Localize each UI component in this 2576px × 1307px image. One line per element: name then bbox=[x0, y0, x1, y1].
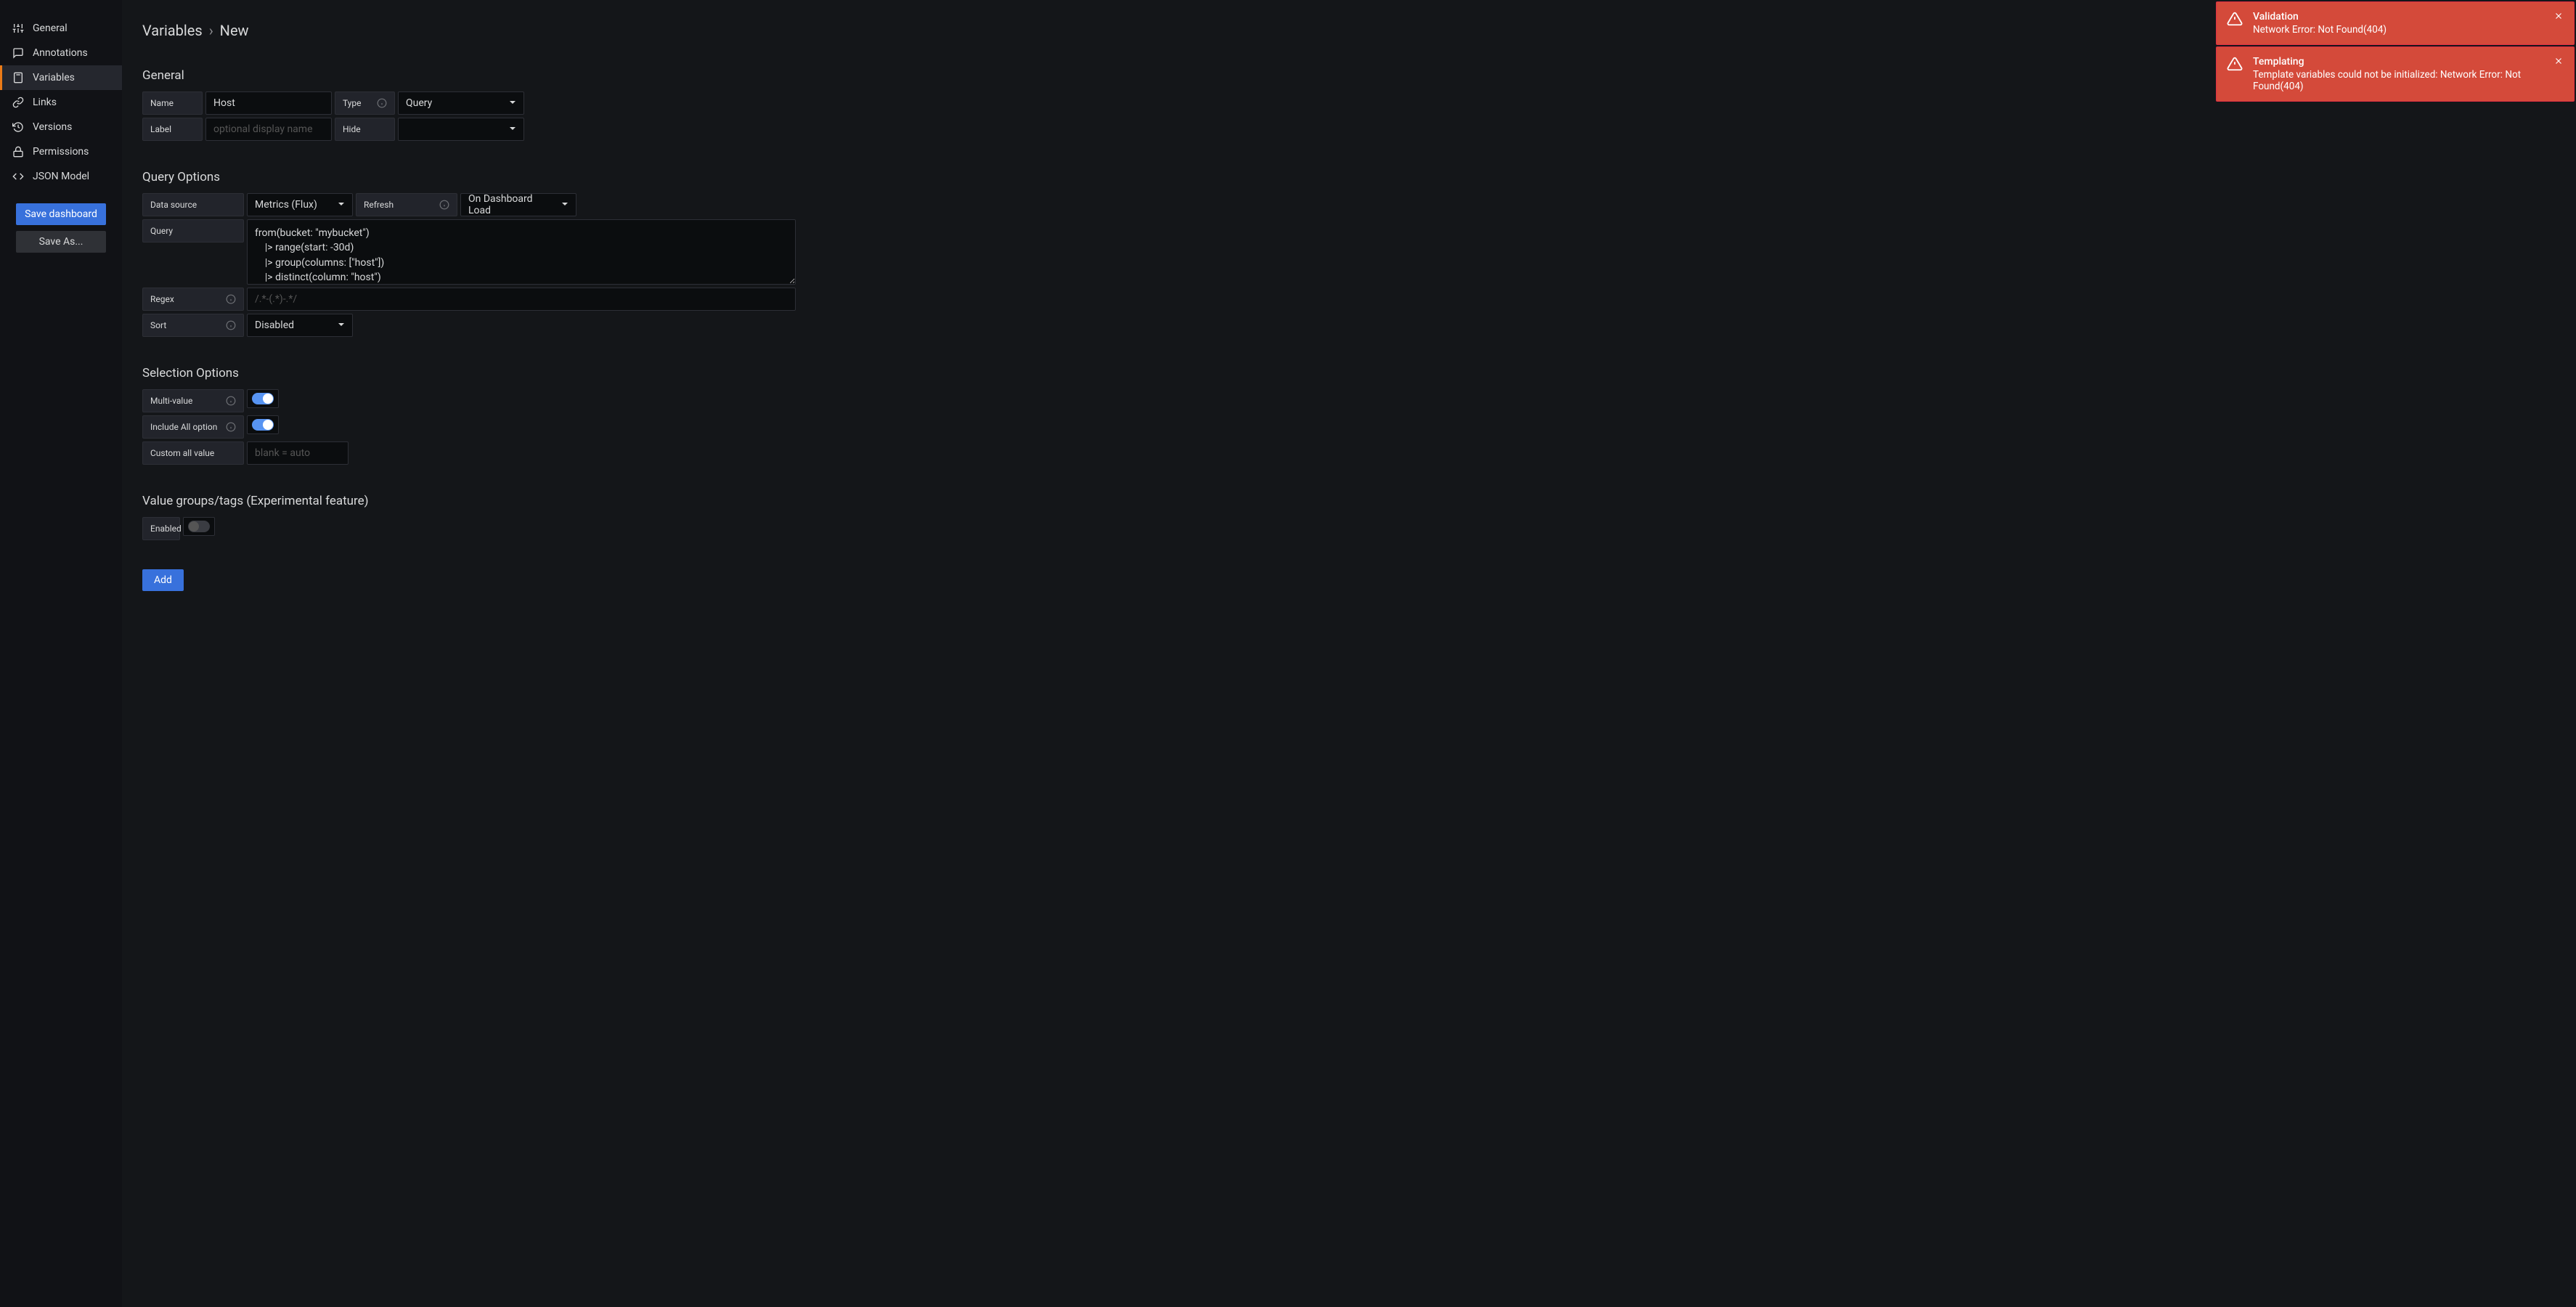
link-icon bbox=[12, 97, 24, 108]
alert-templating: Templating Template variables could not … bbox=[2216, 46, 2575, 102]
query-textarea[interactable]: from(bucket: "mybucket") |> range(start:… bbox=[247, 219, 796, 285]
alert-validation: Validation Network Error: Not Found(404) bbox=[2216, 1, 2575, 45]
chevron-down-icon bbox=[338, 319, 345, 331]
hide-select[interactable] bbox=[398, 118, 524, 141]
main-content: Variables › New General Name Type Query … bbox=[122, 0, 2576, 1307]
include-all-label: Include All option bbox=[142, 415, 244, 439]
section-value-groups: Value groups/tags (Experimental feature)… bbox=[142, 494, 2556, 540]
alert-title: Templating bbox=[2253, 56, 2543, 68]
info-icon[interactable] bbox=[226, 294, 236, 304]
name-input[interactable] bbox=[205, 91, 332, 115]
refresh-label: Refresh bbox=[356, 193, 457, 216]
section-general: General Name Type Query Label Hide bbox=[142, 68, 2556, 141]
section-query-options: Query Options Data source Metrics (Flux)… bbox=[142, 170, 2556, 337]
calculator-icon bbox=[12, 72, 24, 84]
sidebar-item-label: Annotations bbox=[33, 47, 88, 59]
hide-label: Hide bbox=[335, 118, 395, 141]
chevron-down-icon bbox=[561, 199, 568, 211]
warning-icon bbox=[2227, 11, 2243, 27]
chevron-down-icon bbox=[338, 199, 345, 211]
sidebar-item-label: Permissions bbox=[33, 146, 89, 158]
add-button[interactable]: Add bbox=[142, 569, 184, 591]
section-title: Value groups/tags (Experimental feature) bbox=[142, 494, 2556, 508]
regex-label: Regex bbox=[142, 288, 244, 311]
sidebar-item-permissions[interactable]: Permissions bbox=[0, 139, 122, 164]
include-all-toggle[interactable] bbox=[247, 415, 279, 434]
comment-icon bbox=[12, 47, 24, 59]
code-icon bbox=[12, 171, 24, 182]
sidebar-item-json-model[interactable]: JSON Model bbox=[0, 164, 122, 189]
data-source-select[interactable]: Metrics (Flux) bbox=[247, 193, 353, 216]
close-icon[interactable] bbox=[2553, 56, 2564, 66]
name-label: Name bbox=[142, 91, 203, 115]
sliders-icon bbox=[12, 23, 24, 34]
alert-message: Template variables could not be initiali… bbox=[2253, 69, 2543, 92]
chevron-down-icon bbox=[509, 97, 516, 109]
info-icon[interactable] bbox=[439, 200, 449, 210]
sidebar-item-links[interactable]: Links bbox=[0, 90, 122, 115]
section-title: Query Options bbox=[142, 170, 2556, 184]
breadcrumb-separator: › bbox=[209, 22, 213, 39]
lock-icon bbox=[12, 146, 24, 158]
info-icon[interactable] bbox=[226, 422, 236, 432]
enabled-toggle[interactable] bbox=[183, 517, 215, 536]
section-selection-options: Selection Options Multi-value Include Al… bbox=[142, 366, 2556, 465]
info-icon[interactable] bbox=[226, 396, 236, 406]
sidebar-item-variables[interactable]: Variables bbox=[0, 65, 122, 90]
label-label: Label bbox=[142, 118, 203, 141]
section-title: General bbox=[142, 68, 2556, 83]
breadcrumb-parent[interactable]: Variables bbox=[142, 22, 203, 39]
sidebar-item-versions[interactable]: Versions bbox=[0, 115, 122, 139]
enabled-label: Enabled bbox=[142, 517, 180, 540]
section-title: Selection Options bbox=[142, 366, 2556, 380]
type-select[interactable]: Query bbox=[398, 91, 524, 115]
alert-message: Network Error: Not Found(404) bbox=[2253, 24, 2543, 36]
info-icon[interactable] bbox=[377, 98, 387, 108]
page-title: Variables › New bbox=[142, 22, 2556, 39]
label-input[interactable] bbox=[205, 118, 332, 141]
multi-value-toggle[interactable] bbox=[247, 389, 279, 408]
sort-label: Sort bbox=[142, 314, 244, 337]
sidebar-buttons: Save dashboard Save As... bbox=[0, 193, 122, 263]
breadcrumb-current: New bbox=[220, 22, 249, 39]
close-icon[interactable] bbox=[2553, 11, 2564, 21]
sidebar-item-label: General bbox=[33, 23, 68, 34]
sidebar-item-label: Links bbox=[33, 97, 57, 108]
custom-all-input[interactable] bbox=[247, 441, 349, 465]
refresh-select[interactable]: On Dashboard Load bbox=[460, 193, 576, 216]
sidebar-item-label: JSON Model bbox=[33, 171, 89, 182]
save-as-button[interactable]: Save As... bbox=[16, 231, 106, 253]
data-source-label: Data source bbox=[142, 193, 244, 216]
sidebar-item-general[interactable]: General bbox=[0, 16, 122, 41]
alert-title: Validation bbox=[2253, 11, 2543, 23]
type-label: Type bbox=[335, 91, 395, 115]
regex-input[interactable] bbox=[247, 288, 796, 311]
sort-select[interactable]: Disabled bbox=[247, 314, 353, 337]
alert-stack: Validation Network Error: Not Found(404)… bbox=[2216, 1, 2575, 102]
history-icon bbox=[12, 121, 24, 133]
multi-value-label: Multi-value bbox=[142, 389, 244, 412]
sidebar-item-label: Variables bbox=[33, 72, 75, 84]
info-icon[interactable] bbox=[226, 320, 236, 330]
sidebar-item-label: Versions bbox=[33, 121, 72, 133]
custom-all-label: Custom all value bbox=[142, 441, 244, 465]
save-dashboard-button[interactable]: Save dashboard bbox=[16, 203, 106, 225]
sidebar-item-annotations[interactable]: Annotations bbox=[0, 41, 122, 65]
chevron-down-icon bbox=[509, 123, 516, 135]
settings-sidebar: General Annotations Variables Links Vers… bbox=[0, 0, 122, 1307]
query-label: Query bbox=[142, 219, 244, 243]
warning-icon bbox=[2227, 56, 2243, 72]
